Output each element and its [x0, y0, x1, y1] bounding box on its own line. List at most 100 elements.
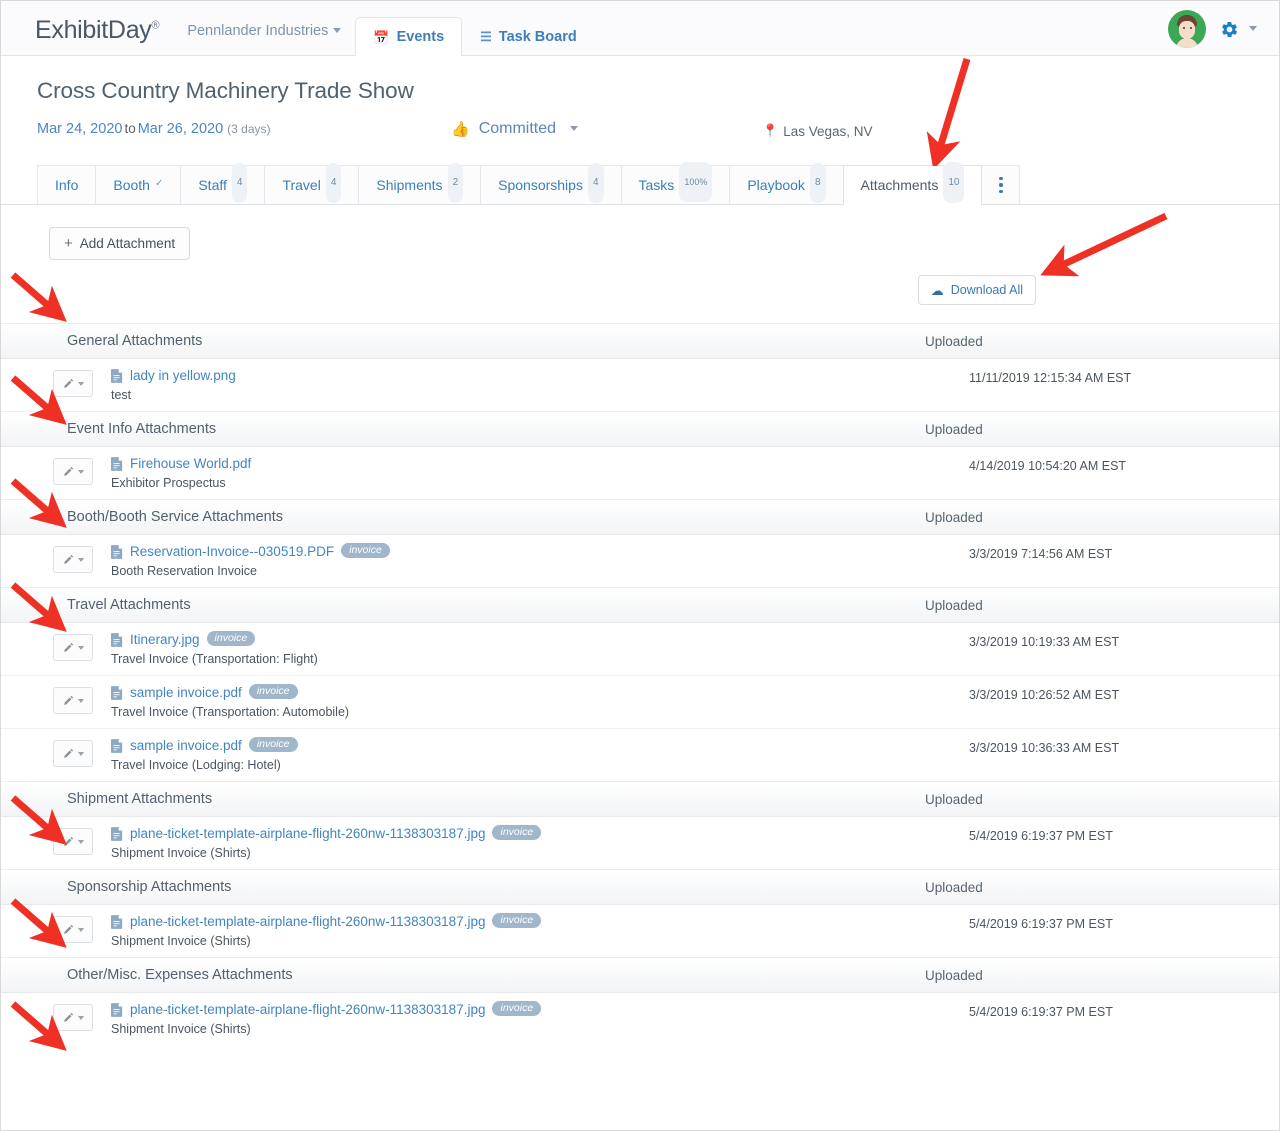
tab-info-label: Info — [55, 166, 78, 204]
edit-attachment-button[interactable] — [53, 458, 93, 485]
attachment-details: plane-ticket-template-airplane-flight-26… — [111, 1002, 541, 1036]
uploaded-column-header: Uploaded — [925, 510, 1235, 525]
tab-attachments-label: Attachments — [861, 166, 939, 205]
nav-tab-events[interactable]: 📅 Events — [355, 17, 462, 56]
document-icon — [111, 457, 123, 471]
tab-booth[interactable]: Booth✓ — [95, 165, 180, 204]
attachment-file-link[interactable]: Itinerary.jpg — [130, 632, 200, 647]
attachment-section-body: plane-ticket-template-airplane-flight-26… — [1, 993, 1279, 1045]
edit-attachment-button[interactable] — [53, 828, 93, 855]
tab-booth-label: Booth — [113, 166, 150, 204]
tab-travel[interactable]: Travel4 — [264, 165, 358, 204]
invoice-badge: invoice — [341, 543, 390, 558]
attachment-description: Booth Reservation Invoice — [111, 564, 390, 578]
download-all-button[interactable]: ☁ Download All — [918, 275, 1036, 305]
attachment-file-link[interactable]: plane-ticket-template-airplane-flight-26… — [130, 1002, 485, 1017]
plus-icon: + — [64, 236, 73, 251]
attachment-uploaded-date: 3/3/2019 10:36:33 AM EST — [969, 741, 1279, 755]
attachment-file-link[interactable]: plane-ticket-template-airplane-flight-26… — [130, 914, 485, 929]
pencil-icon — [63, 466, 74, 477]
attachment-section-title: Booth/Booth Service Attachments — [67, 509, 283, 525]
chevron-down-icon — [78, 558, 84, 562]
nav-tab-task-board-label: Task Board — [499, 29, 577, 45]
tab-sponsorships[interactable]: Sponsorships4 — [480, 165, 620, 204]
attachment-uploaded-date: 3/3/2019 10:19:33 AM EST — [969, 635, 1279, 649]
attachment-details: plane-ticket-template-airplane-flight-26… — [111, 826, 541, 860]
attachment-file-link[interactable]: sample invoice.pdf — [130, 738, 242, 753]
kebab-dot — [999, 183, 1003, 187]
add-attachment-button[interactable]: + Add Attachment — [49, 227, 190, 260]
attachment-file-link[interactable]: Firehouse World.pdf — [130, 456, 251, 471]
attachment-description: Exhibitor Prospectus — [111, 476, 251, 490]
org-switcher[interactable]: Pennlander Industries — [187, 23, 341, 39]
invoice-badge: invoice — [207, 631, 256, 646]
avatar-eye-right — [1190, 27, 1192, 29]
check-icon: ✓ — [155, 165, 163, 203]
attachment-file-link[interactable]: plane-ticket-template-airplane-flight-26… — [130, 826, 485, 841]
org-name: Pennlander Industries — [187, 23, 328, 39]
edit-attachment-button[interactable] — [53, 1004, 93, 1031]
tab-staff[interactable]: Staff4 — [180, 165, 264, 204]
chevron-down-icon — [78, 752, 84, 756]
attachment-title-line: Itinerary.jpg invoice — [111, 632, 318, 647]
event-date-range[interactable]: Mar 24, 2020toMar 26, 2020(3 days) — [37, 121, 1279, 137]
invoice-badge: invoice — [249, 684, 298, 699]
edit-attachment-button[interactable] — [53, 634, 93, 661]
event-location-label: Las Vegas, NV — [783, 124, 872, 139]
settings-menu[interactable] — [1220, 20, 1257, 39]
attachment-file-link[interactable]: lady in yellow.png — [130, 368, 236, 383]
event-duration: (3 days) — [227, 122, 270, 136]
attachment-section-body: Firehouse World.pdfExhibitor Prospectus4… — [1, 447, 1279, 499]
avatar-face — [1179, 21, 1195, 39]
event-location[interactable]: 📍 Las Vegas, NV — [762, 123, 873, 139]
edit-attachment-button[interactable] — [53, 740, 93, 767]
edit-attachment-button[interactable] — [53, 687, 93, 714]
event-status-dropdown[interactable]: 👍 Committed — [451, 120, 578, 138]
edit-attachment-button[interactable] — [53, 546, 93, 573]
edit-attachment-button[interactable] — [53, 916, 93, 943]
attachment-title-line: Firehouse World.pdf — [111, 456, 251, 471]
attachment-section-title: Travel Attachments — [67, 597, 191, 613]
attachment-details: plane-ticket-template-airplane-flight-26… — [111, 914, 541, 948]
tab-tasks[interactable]: Tasks100% — [621, 165, 730, 204]
calendar-icon: 📅 — [373, 31, 389, 44]
pencil-icon — [63, 924, 74, 935]
thumbs-up-icon: 👍 — [451, 122, 470, 137]
attachment-uploaded-date: 5/4/2019 6:19:37 PM EST — [969, 917, 1279, 931]
attachment-row: plane-ticket-template-airplane-flight-26… — [1, 905, 1279, 957]
more-tabs-button[interactable] — [982, 165, 1020, 204]
tab-travel-label: Travel — [282, 166, 320, 204]
gear-icon — [1220, 20, 1239, 39]
tab-shipments[interactable]: Shipments2 — [358, 165, 480, 204]
tab-playbook[interactable]: Playbook8 — [729, 165, 842, 204]
avatar[interactable] — [1168, 10, 1206, 48]
attachment-file-link[interactable]: sample invoice.pdf — [130, 685, 242, 700]
tab-info[interactable]: Info — [37, 165, 95, 204]
attachment-description: Travel Invoice (Lodging: Hotel) — [111, 758, 298, 772]
pencil-icon — [63, 378, 74, 389]
edit-attachment-button[interactable] — [53, 370, 93, 397]
tab-tasks-progress: 100% — [679, 162, 712, 202]
attachment-uploaded-date: 11/11/2019 12:15:34 AM EST — [969, 371, 1279, 385]
uploaded-column-header: Uploaded — [925, 422, 1235, 437]
kebab-dot — [999, 177, 1003, 181]
attachment-row: sample invoice.pdfinvoiceTravel Invoice … — [1, 676, 1279, 729]
attachment-details: Firehouse World.pdf Exhibitor Prospectus — [111, 456, 251, 490]
attachment-row: plane-ticket-template-airplane-flight-26… — [1, 817, 1279, 869]
nav-tab-events-label: Events — [397, 29, 445, 45]
event-status-label: Committed — [479, 120, 556, 138]
tab-attachments[interactable]: Attachments10 — [843, 165, 983, 205]
app-page: ExhibitDay® Pennlander Industries 📅 Even… — [0, 0, 1280, 1131]
nav-tab-task-board[interactable]: ☰ Task Board — [462, 17, 595, 55]
uploaded-column-header: Uploaded — [925, 598, 1235, 613]
chevron-down-icon — [570, 126, 578, 131]
tab-tasks-label: Tasks — [639, 166, 675, 204]
app-logo[interactable]: ExhibitDay® — [35, 16, 159, 45]
tab-travel-count: 4 — [326, 163, 342, 203]
document-icon — [111, 739, 123, 753]
attachment-file-link[interactable]: Reservation-Invoice--030519.PDF — [130, 544, 334, 559]
tab-sponsorships-label: Sponsorships — [498, 166, 583, 204]
event-section-tabs: Info Booth✓ Staff4 Travel4 Shipments2 Sp… — [1, 165, 1279, 205]
uploaded-column-header: Uploaded — [925, 968, 1235, 983]
attachment-title-line: Reservation-Invoice--030519.PDF invoice — [111, 544, 390, 559]
